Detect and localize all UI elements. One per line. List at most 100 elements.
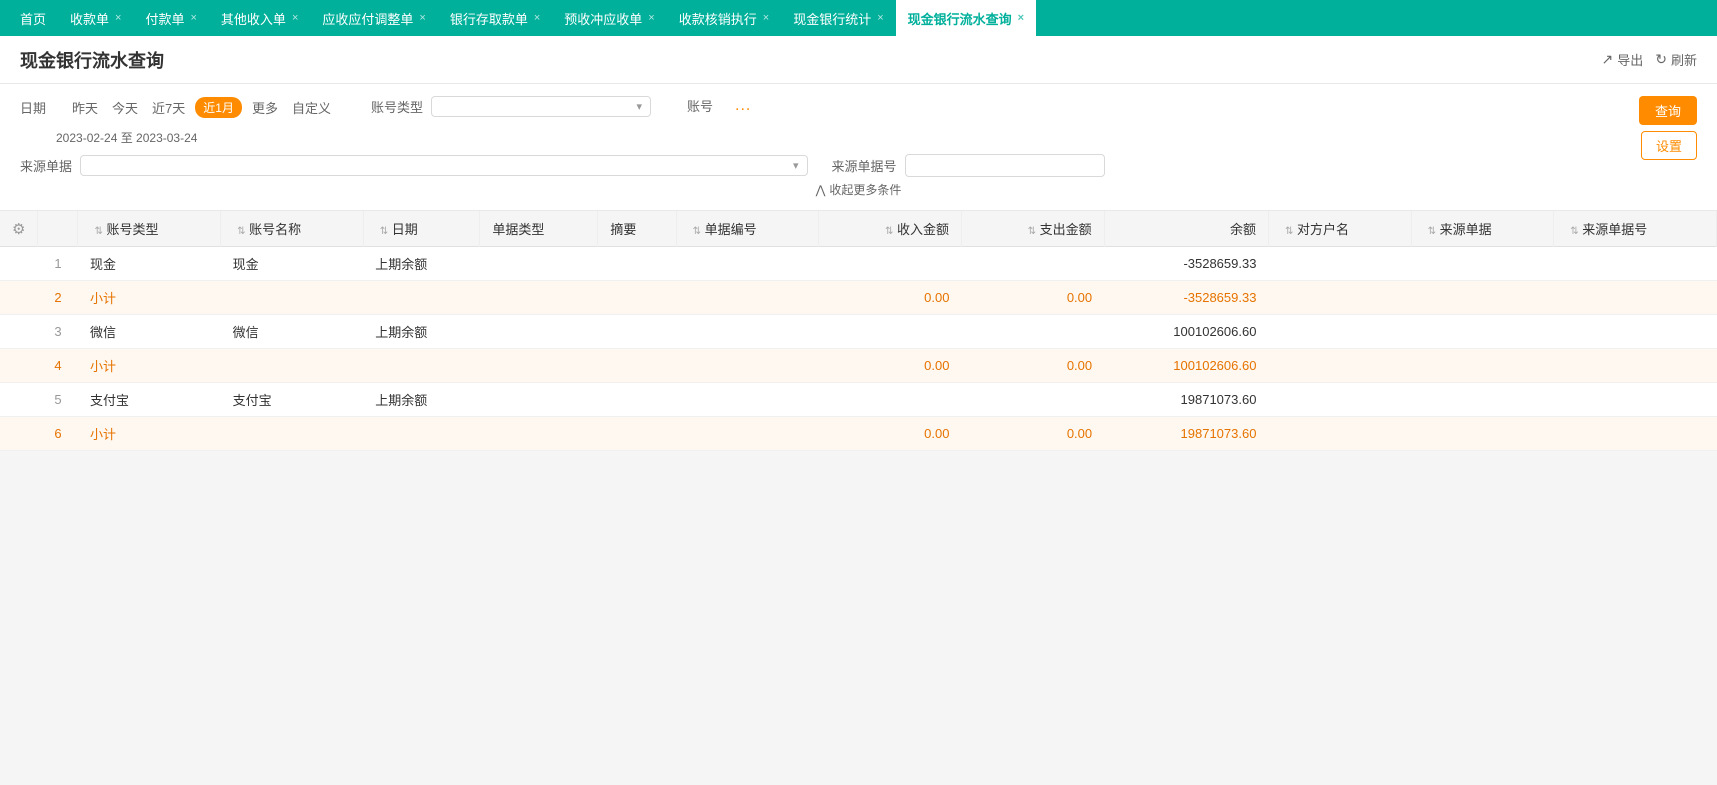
account-name-cell: 支付宝 [221,383,364,417]
account-name-cell: 现金 [221,247,364,281]
collapse-icon: ⋀ [816,183,826,197]
close-icon[interactable]: × [419,12,425,24]
data-table: ⚙ ⇅ 账号类型 ⇅ 账号名称 ⇅ 日期 单据类型 [0,211,1717,451]
nav-home[interactable]: 首页 [8,0,58,36]
refresh-button[interactable]: ↻ 刷新 [1655,50,1697,69]
gear-col [0,281,38,315]
export-button[interactable]: ↗ 导出 [1602,50,1644,69]
date-btn-7days[interactable]: 近7天 [148,96,189,119]
col-income[interactable]: ⇅ 收入金额 [819,211,962,247]
col-account-name[interactable]: ⇅ 账号名称 [221,211,364,247]
expense-cell: 0.00 [961,349,1104,383]
nav-bank-flow[interactable]: 现金银行流水查询 × [896,0,1036,36]
gear-icon[interactable]: ⚙ [12,221,25,238]
summary-cell [598,383,676,417]
row-index: 5 [38,383,78,417]
balance-cell: 19871073.60 [1104,417,1268,451]
col-doc-type: 单据类型 [480,211,598,247]
source-doc-cell [1411,247,1554,281]
account-name-cell [221,349,364,383]
col-gear[interactable]: ⚙ [0,211,38,247]
nav-payment[interactable]: 付款单 × [133,0,208,36]
date-btn-yesterday[interactable]: 昨天 [68,96,102,119]
nav-other-income[interactable]: 其他收入单 × [209,0,310,36]
date-btn-today[interactable]: 今天 [108,96,142,119]
header-actions: ↗ 导出 ↻ 刷新 [1602,50,1698,69]
date-btn-custom[interactable]: 自定义 [288,96,335,119]
account-type-cell: 小计 [78,349,221,383]
nav-bank-stats[interactable]: 现金银行统计 × [781,0,895,36]
date-cell [363,417,480,451]
close-icon[interactable]: × [1018,12,1024,24]
date-btn-more[interactable]: 更多 [248,96,282,119]
col-date[interactable]: ⇅ 日期 [363,211,480,247]
summary-cell [598,247,676,281]
table-row[interactable]: 3微信微信上期余额100102606.60 [0,315,1717,349]
expense-cell: 0.00 [961,281,1104,315]
balance-cell: -3528659.33 [1104,247,1268,281]
expense-cell: 0.00 [961,417,1104,451]
close-icon[interactable]: × [292,12,298,24]
account-no-area: ... [735,97,751,115]
gear-col [0,383,38,417]
income-cell [819,315,962,349]
table-row[interactable]: 6小计0.000.0019871073.60 [0,417,1717,451]
close-icon[interactable]: × [190,12,196,24]
close-icon[interactable]: × [763,12,769,24]
sort-icon: ⇅ [380,226,388,237]
source-doc-cell [1411,315,1554,349]
account-type-label: 账号类型 [371,97,423,116]
doc-type-cell [480,281,598,315]
source-doc-no-input[interactable] [905,154,1105,177]
col-source-doc[interactable]: ⇅ 来源单据 [1411,211,1554,247]
date-cell: 上期余额 [363,315,480,349]
expense-cell [961,247,1104,281]
date-cell: 上期余额 [363,383,480,417]
date-cell [363,349,480,383]
col-account-type[interactable]: ⇅ 账号类型 [78,211,221,247]
source-doc-no-cell [1554,383,1717,417]
table-row[interactable]: 5支付宝支付宝上期余额19871073.60 [0,383,1717,417]
chevron-down-icon: ▾ [636,100,642,113]
source-doc-no-cell [1554,349,1717,383]
row-index: 2 [38,281,78,315]
close-icon[interactable]: × [534,12,540,24]
close-icon[interactable]: × [115,12,121,24]
account-name-cell [221,417,364,451]
table-row[interactable]: 2小计0.000.00-3528659.33 [0,281,1717,315]
nav-receipt[interactable]: 收款单 × [58,0,133,36]
source-doc-select[interactable]: ▾ [80,155,807,176]
col-doc-no[interactable]: ⇅ 单据编号 [676,211,819,247]
query-button[interactable]: 查询 [1639,96,1697,125]
counterpart-cell [1268,281,1411,315]
sort-icon: ⇅ [1285,226,1293,237]
account-type-cell: 小计 [78,417,221,451]
settings-button[interactable]: 设置 [1641,131,1697,160]
income-cell [819,247,962,281]
account-type-cell: 支付宝 [78,383,221,417]
col-balance: 余额 [1104,211,1268,247]
table-row[interactable]: 1现金现金上期余额-3528659.33 [0,247,1717,281]
source-doc-label: 来源单据 [20,156,72,175]
nav-bank-deposit[interactable]: 银行存取款单 × [438,0,552,36]
collapse-bar[interactable]: ⋀ 收起更多条件 [20,177,1697,198]
nav-adjustment[interactable]: 应收应付调整单 × [310,0,437,36]
nav-prepayment[interactable]: 预收冲应收单 × [552,0,666,36]
export-icon: ↗ [1602,51,1614,68]
account-no-dots-button[interactable]: ... [735,97,751,115]
doc-no-cell [676,315,819,349]
date-btn-1month[interactable]: 近1月 [195,97,242,118]
col-counterpart[interactable]: ⇅ 对方户名 [1268,211,1411,247]
account-type-select[interactable]: ▾ [431,96,651,117]
source-doc-no-cell [1554,281,1717,315]
sort-icon: ⇅ [1570,226,1578,237]
income-cell: 0.00 [819,281,962,315]
table-row[interactable]: 4小计0.000.00100102606.60 [0,349,1717,383]
summary-cell [598,417,676,451]
nav-writeoff[interactable]: 收款核销执行 × [667,0,781,36]
source-doc-cell [1411,383,1554,417]
close-icon[interactable]: × [877,12,883,24]
close-icon[interactable]: × [648,12,654,24]
col-expense[interactable]: ⇅ 支出金额 [961,211,1104,247]
col-source-doc-no[interactable]: ⇅ 来源单据号 [1554,211,1717,247]
